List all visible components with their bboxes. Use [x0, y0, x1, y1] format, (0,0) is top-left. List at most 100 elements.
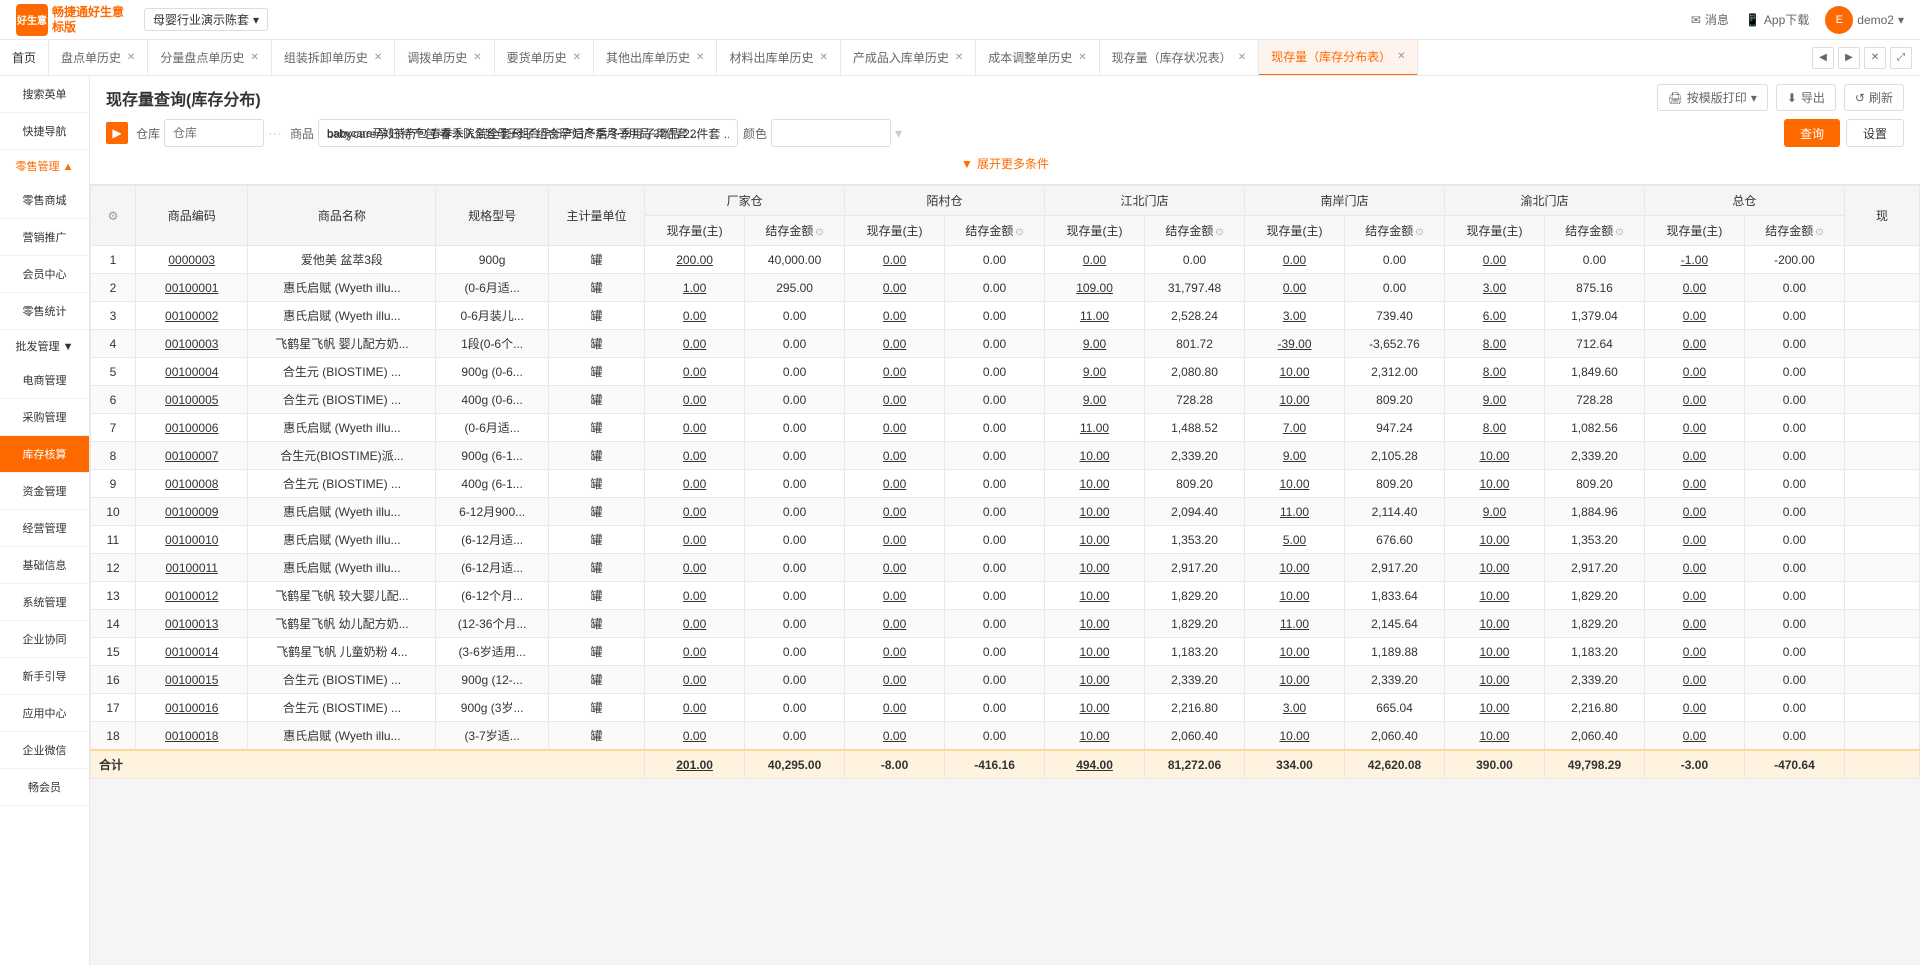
industry-selector[interactable]: 母婴行业演示陈套 ▾ [144, 8, 268, 31]
td-code[interactable]: 00100011 [135, 554, 247, 582]
sidebar-item-basic[interactable]: 基础信息 [0, 547, 89, 584]
search-btn[interactable]: 查询 [1784, 119, 1840, 147]
sidebar-item-member2[interactable]: 畅会员 [0, 769, 89, 806]
td-f-qty[interactable]: 0.00 [645, 358, 745, 386]
td-t-qty[interactable]: 0.00 [1644, 330, 1744, 358]
sidebar-item-business[interactable]: 经营管理 [0, 510, 89, 547]
td-f-qty[interactable]: 0.00 [645, 666, 745, 694]
tab-8[interactable]: 产成品入库单历史 ✕ [841, 40, 976, 76]
td-m-qty[interactable]: 0.00 [845, 302, 945, 330]
td-t-qty[interactable]: 0.00 [1644, 526, 1744, 554]
td-t-qty[interactable]: 0.00 [1644, 610, 1744, 638]
td-t-qty[interactable]: 0.00 [1644, 442, 1744, 470]
td-code[interactable]: 00100015 [135, 666, 247, 694]
sidebar-item-search[interactable]: 搜索英单 [0, 76, 89, 113]
td-t-qty[interactable]: 0.00 [1644, 666, 1744, 694]
tab-close[interactable]: ✕ [955, 52, 963, 63]
warehouse-input[interactable] [164, 119, 264, 147]
td-f-qty[interactable]: 0.00 [645, 638, 745, 666]
td-m-qty[interactable]: 0.00 [845, 358, 945, 386]
td-yb-qty[interactable]: 3.00 [1444, 274, 1544, 302]
td-yb-qty[interactable]: 10.00 [1444, 666, 1544, 694]
td-f-qty[interactable]: 0.00 [645, 470, 745, 498]
td-yb-qty[interactable]: 8.00 [1444, 358, 1544, 386]
app-download-btn[interactable]: 📱 App下载 [1745, 11, 1809, 28]
sidebar-item-marketing[interactable]: 营销推广 [0, 219, 89, 256]
tab-11-active[interactable]: 现存量（库存分布表）✕ [1259, 40, 1418, 76]
td-yb-qty[interactable]: 9.00 [1444, 386, 1544, 414]
td-m-qty[interactable]: 0.00 [845, 498, 945, 526]
summary-jb-qty[interactable]: 494.00 [1045, 750, 1145, 779]
td-nb-qty[interactable]: 3.00 [1245, 302, 1345, 330]
tab-maximize-btn[interactable]: ⤢ [1890, 47, 1912, 69]
tab-10[interactable]: 现存量（库存状况表）✕ [1100, 40, 1259, 76]
td-m-qty[interactable]: 0.00 [845, 582, 945, 610]
tab-home[interactable]: 首页 [0, 40, 49, 76]
td-m-qty[interactable]: 0.00 [845, 610, 945, 638]
td-jb-qty[interactable]: 10.00 [1045, 666, 1145, 694]
user-menu[interactable]: E demo2 ▾ [1825, 6, 1904, 34]
td-code[interactable]: 00100008 [135, 470, 247, 498]
export-btn[interactable]: ⬇ 导出 [1776, 84, 1836, 111]
sidebar-item-finance[interactable]: 资金管理 [0, 473, 89, 510]
td-t-qty[interactable]: 0.00 [1644, 722, 1744, 751]
sidebar-item-inventory[interactable]: 库存核算 [0, 436, 89, 473]
td-yb-qty[interactable]: 0.00 [1444, 246, 1544, 274]
td-code[interactable]: 00100004 [135, 358, 247, 386]
td-code[interactable]: 00100013 [135, 610, 247, 638]
tab-next-btn[interactable]: ▶ [1838, 47, 1860, 69]
td-m-qty[interactable]: 0.00 [845, 442, 945, 470]
tab-close[interactable]: ✕ [1238, 52, 1246, 63]
td-code[interactable]: 00100007 [135, 442, 247, 470]
sidebar-item-ecommerce[interactable]: 电商管理 [0, 362, 89, 399]
sidebar-item-nav[interactable]: 快捷导航 [0, 113, 89, 150]
td-jb-qty[interactable]: 10.00 [1045, 722, 1145, 751]
tab-close[interactable]: ✕ [696, 52, 704, 63]
td-yb-qty[interactable]: 6.00 [1444, 302, 1544, 330]
tab-close[interactable]: ✕ [374, 52, 382, 63]
td-yb-qty[interactable]: 8.00 [1444, 414, 1544, 442]
td-nb-qty[interactable]: 10.00 [1245, 470, 1345, 498]
td-nb-qty[interactable]: 10.00 [1245, 386, 1345, 414]
td-jb-qty[interactable]: 10.00 [1045, 526, 1145, 554]
td-jb-qty[interactable]: 11.00 [1045, 302, 1145, 330]
td-m-qty[interactable]: 0.00 [845, 666, 945, 694]
color-dropdown[interactable]: ▾ [895, 125, 902, 142]
tab-5[interactable]: 要货单历史 ✕ [495, 40, 594, 76]
td-code[interactable]: 00100009 [135, 498, 247, 526]
td-code[interactable]: 0000003 [135, 246, 247, 274]
td-jb-qty[interactable]: 0.00 [1045, 246, 1145, 274]
filter-expand-arrow[interactable]: ▶ [106, 122, 128, 144]
td-jb-qty[interactable]: 9.00 [1045, 330, 1145, 358]
td-m-qty[interactable]: 0.00 [845, 330, 945, 358]
td-code[interactable]: 00100003 [135, 330, 247, 358]
th-settings[interactable]: ⚙ [91, 186, 136, 246]
td-f-qty[interactable]: 0.00 [645, 498, 745, 526]
td-jb-qty[interactable]: 10.00 [1045, 638, 1145, 666]
td-m-qty[interactable]: 0.00 [845, 722, 945, 751]
td-nb-qty[interactable]: 9.00 [1245, 442, 1345, 470]
td-code[interactable]: 00100016 [135, 694, 247, 722]
td-t-qty[interactable]: 0.00 [1644, 554, 1744, 582]
sidebar-item-purchase[interactable]: 采购管理 [0, 399, 89, 436]
td-yb-qty[interactable]: 10.00 [1444, 638, 1544, 666]
td-code[interactable]: 00100001 [135, 274, 247, 302]
td-m-qty[interactable]: 0.00 [845, 554, 945, 582]
tab-6[interactable]: 其他出库单历史 ✕ [594, 40, 717, 76]
td-jb-qty[interactable]: 10.00 [1045, 442, 1145, 470]
td-f-qty[interactable]: 0.00 [645, 526, 745, 554]
td-t-qty[interactable]: 0.00 [1644, 302, 1744, 330]
message-btn[interactable]: ✉ 消息 [1691, 11, 1729, 28]
td-m-qty[interactable]: 0.00 [845, 246, 945, 274]
td-f-qty[interactable]: 0.00 [645, 414, 745, 442]
color-input[interactable] [771, 119, 891, 147]
td-t-qty[interactable]: -1.00 [1644, 246, 1744, 274]
td-jb-qty[interactable]: 10.00 [1045, 582, 1145, 610]
td-f-qty[interactable]: 1.00 [645, 274, 745, 302]
sidebar-item-retail-mall[interactable]: 零售商城 [0, 182, 89, 219]
td-nb-qty[interactable]: 10.00 [1245, 582, 1345, 610]
sidebar-item-guide[interactable]: 新手引导 [0, 658, 89, 695]
tab-close[interactable]: ✕ [127, 52, 135, 63]
td-m-qty[interactable]: 0.00 [845, 414, 945, 442]
td-t-qty[interactable]: 0.00 [1644, 582, 1744, 610]
